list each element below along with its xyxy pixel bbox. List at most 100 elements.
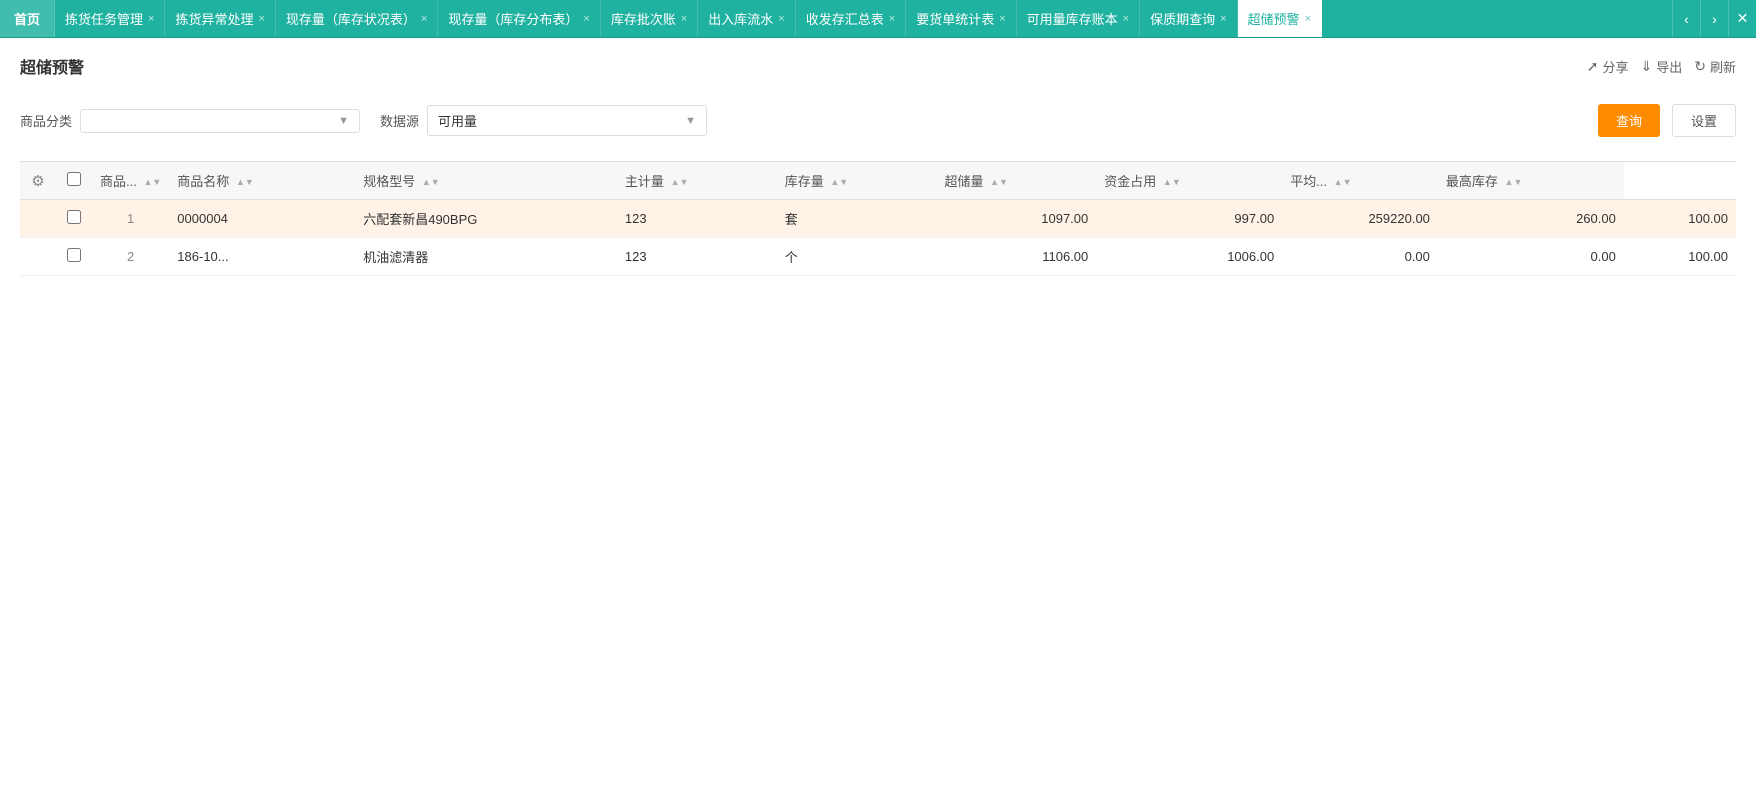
table-header-row: ⚙ 商品... ▲▼ 商品名称 ▲▼ 规格型号 ▲▼ 主计 bbox=[20, 162, 1736, 200]
sort-name-icon[interactable]: ▲▼ bbox=[236, 178, 254, 188]
datasource-label: 数据源 bbox=[380, 111, 419, 130]
close-tab-6[interactable]: × bbox=[778, 13, 784, 25]
col-header-capital: 资金占用 ▲▼ bbox=[1096, 162, 1282, 200]
nav-arrows: ‹ › ✕ bbox=[1672, 0, 1756, 38]
filter-row: 商品分类 ▼ 数据源 可用量 ▼ 查询 设置 bbox=[20, 94, 1736, 147]
col-header-unit: 主计量 ▲▼ bbox=[617, 162, 777, 200]
nav-home[interactable]: 首页 bbox=[0, 0, 55, 38]
row-num: 1 bbox=[92, 200, 169, 238]
table-row: 1 0000004 六配套新昌490BPG 123 套 1097.00 997.… bbox=[20, 200, 1736, 238]
row-over: 997.00 bbox=[1096, 200, 1282, 238]
page-content: 超储预警 ➚ 分享 ⇓ 导出 ↻ 刷新 商品分类 ▼ 数据源 bbox=[0, 38, 1756, 800]
close-tab-4[interactable]: × bbox=[583, 13, 589, 25]
close-tab-7[interactable]: × bbox=[889, 13, 895, 25]
table-row: 2 186-10... 机油滤清器 123 个 1106.00 1006.00 … bbox=[20, 238, 1736, 276]
col-header-spec: 规格型号 ▲▼ bbox=[355, 162, 617, 200]
row-code: 186-10... bbox=[169, 238, 355, 276]
share-button[interactable]: ➚ 分享 bbox=[1587, 57, 1629, 76]
toolbar-right: ➚ 分享 ⇓ 导出 ↻ 刷新 bbox=[1587, 57, 1736, 76]
nav-tab-4[interactable]: 现存量（库存分布表） × bbox=[438, 0, 600, 38]
export-button[interactable]: ⇓ 导出 bbox=[1641, 57, 1683, 76]
page-title-row: 超储预警 ➚ 分享 ⇓ 导出 ↻ 刷新 bbox=[20, 54, 1736, 78]
row-capital: 0.00 bbox=[1282, 238, 1438, 276]
row-stock: 1106.00 bbox=[936, 238, 1096, 276]
settings-button[interactable]: 设置 bbox=[1672, 104, 1736, 137]
nav-arrow-right[interactable]: › bbox=[1700, 0, 1728, 38]
nav-tab-3[interactable]: 现存量（库存状况表） × bbox=[276, 0, 438, 38]
page-title: 超储预警 bbox=[20, 54, 1587, 78]
category-select[interactable]: ▼ bbox=[80, 109, 360, 133]
sort-capital-icon[interactable]: ▲▼ bbox=[1163, 178, 1181, 188]
row-over: 1006.00 bbox=[1096, 238, 1282, 276]
sort-unit-icon[interactable]: ▲▼ bbox=[671, 178, 689, 188]
refresh-button[interactable]: ↻ 刷新 bbox=[1694, 57, 1736, 76]
sort-stock-icon[interactable]: ▲▼ bbox=[830, 178, 848, 188]
row-checkbox-0[interactable] bbox=[67, 210, 81, 224]
row-spec: 123 bbox=[617, 238, 777, 276]
close-tab-2[interactable]: × bbox=[258, 13, 264, 25]
query-button[interactable]: 查询 bbox=[1598, 104, 1660, 137]
select-all-checkbox[interactable] bbox=[67, 172, 81, 186]
col-header-over: 超储量 ▲▼ bbox=[936, 162, 1096, 200]
category-label: 商品分类 bbox=[20, 111, 72, 130]
col-header-name: 商品名称 ▲▼ bbox=[169, 162, 355, 200]
sort-spec-icon[interactable]: ▲▼ bbox=[422, 178, 440, 188]
close-tab-5[interactable]: × bbox=[681, 13, 687, 25]
col-header-stock: 库存量 ▲▼ bbox=[777, 162, 937, 200]
col-header-settings: ⚙ bbox=[20, 162, 56, 200]
row-settings-cell bbox=[20, 200, 56, 238]
sort-code-icon[interactable]: ▲▼ bbox=[143, 178, 161, 188]
col-header-max: 最高库存 ▲▼ bbox=[1438, 162, 1624, 200]
nav-arrow-close[interactable]: ✕ bbox=[1728, 0, 1756, 38]
row-settings-cell bbox=[20, 238, 56, 276]
col-header-checkbox bbox=[56, 162, 92, 200]
close-tab-9[interactable]: × bbox=[1123, 13, 1129, 25]
close-tab-10[interactable]: × bbox=[1220, 13, 1226, 25]
close-tab-1[interactable]: × bbox=[148, 13, 154, 25]
col-header-avg: 平均... ▲▼ bbox=[1282, 162, 1438, 200]
category-chevron-icon: ▼ bbox=[338, 115, 349, 127]
nav-tab-2[interactable]: 拣货异常处理 × bbox=[165, 0, 275, 38]
row-max: 100.00 bbox=[1624, 238, 1736, 276]
row-stock: 1097.00 bbox=[936, 200, 1096, 238]
export-icon: ⇓ bbox=[1641, 58, 1653, 75]
row-checkbox-cell bbox=[56, 238, 92, 276]
sort-avg-icon[interactable]: ▲▼ bbox=[1334, 178, 1352, 188]
datasource-select-value: 可用量 bbox=[438, 111, 477, 130]
nav-tab-5[interactable]: 库存批次账 × bbox=[601, 0, 698, 38]
nav-arrow-left[interactable]: ‹ bbox=[1672, 0, 1700, 38]
row-unit: 套 bbox=[777, 200, 937, 238]
nav-tab-10[interactable]: 保质期查询 × bbox=[1140, 0, 1237, 38]
refresh-icon: ↻ bbox=[1694, 58, 1706, 75]
sort-over-icon[interactable]: ▲▼ bbox=[990, 178, 1008, 188]
row-avg: 0.00 bbox=[1438, 238, 1624, 276]
close-tab-8[interactable]: × bbox=[999, 13, 1005, 25]
col-header-code: 商品... ▲▼ bbox=[92, 162, 169, 200]
close-tab-3[interactable]: × bbox=[421, 13, 427, 25]
row-checkbox-cell bbox=[56, 200, 92, 238]
nav-tab-8[interactable]: 要货单统计表 × bbox=[906, 0, 1016, 38]
table-settings-icon[interactable]: ⚙ bbox=[31, 173, 44, 190]
navigation-bar: 首页 拣货任务管理 × 拣货异常处理 × 现存量（库存状况表） × 现存量（库存… bbox=[0, 0, 1756, 38]
row-code: 0000004 bbox=[169, 200, 355, 238]
row-checkbox-1[interactable] bbox=[67, 248, 81, 262]
table-body: 1 0000004 六配套新昌490BPG 123 套 1097.00 997.… bbox=[20, 200, 1736, 276]
row-spec: 123 bbox=[617, 200, 777, 238]
row-num: 2 bbox=[92, 238, 169, 276]
row-max: 100.00 bbox=[1624, 200, 1736, 238]
nav-tab-1[interactable]: 拣货任务管理 × bbox=[55, 0, 165, 38]
close-tab-11[interactable]: × bbox=[1305, 13, 1311, 25]
row-name: 机油滤清器 bbox=[355, 238, 617, 276]
nav-tab-11[interactable]: 超储预警 × bbox=[1238, 0, 1322, 38]
category-filter-group: 商品分类 ▼ bbox=[20, 109, 360, 133]
share-icon: ➚ bbox=[1587, 58, 1599, 75]
nav-tab-7[interactable]: 收发存汇总表 × bbox=[796, 0, 906, 38]
sort-max-icon[interactable]: ▲▼ bbox=[1505, 178, 1523, 188]
row-avg: 260.00 bbox=[1438, 200, 1624, 238]
row-capital: 259220.00 bbox=[1282, 200, 1438, 238]
nav-tab-6[interactable]: 出入库流水 × bbox=[698, 0, 795, 38]
row-name: 六配套新昌490BPG bbox=[355, 200, 617, 238]
datasource-select[interactable]: 可用量 ▼ bbox=[427, 105, 707, 136]
datasource-chevron-icon: ▼ bbox=[685, 115, 696, 127]
nav-tab-9[interactable]: 可用量库存账本 × bbox=[1017, 0, 1140, 38]
